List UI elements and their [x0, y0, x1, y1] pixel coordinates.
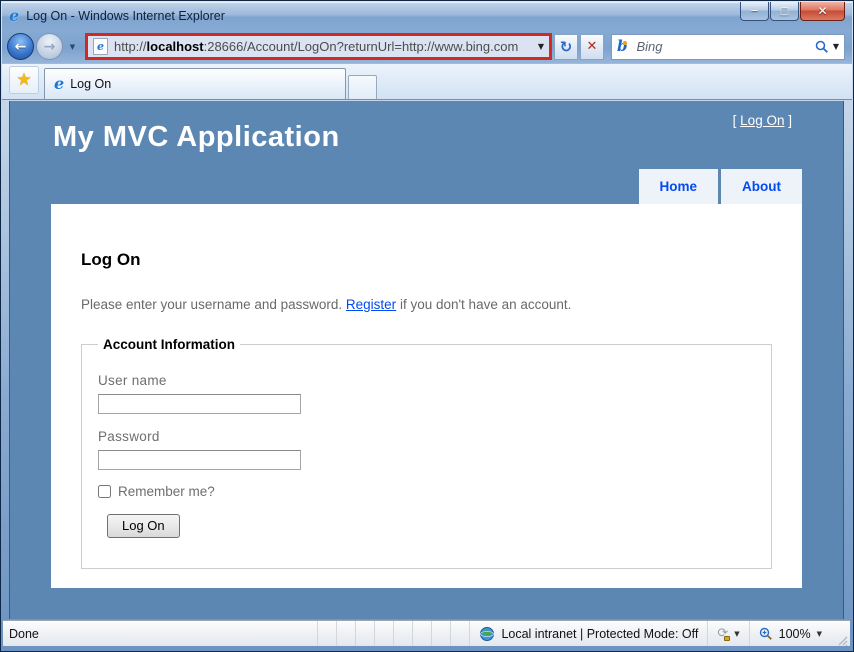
remember-me-label: Remember me? — [118, 484, 215, 499]
search-box[interactable]: b ▼ — [611, 34, 845, 60]
url-host: localhost — [147, 39, 204, 54]
menu-item-home[interactable]: Home — [639, 169, 719, 204]
page-container: My MVC Application [ Log On ] Home About… — [51, 101, 802, 588]
main-content: Log On Please enter your username and pa… — [51, 204, 802, 588]
log-on-button[interactable]: Log On — [107, 514, 180, 538]
username-field[interactable] — [98, 394, 301, 414]
favorites-star-icon: ★ — [16, 70, 31, 90]
maximize-button[interactable]: □ — [770, 2, 799, 21]
close-button[interactable]: ✕ — [800, 2, 845, 21]
status-segment — [450, 621, 469, 646]
bing-logo-icon: b — [617, 39, 628, 54]
tab-bar: ★ e Log On — [2, 63, 852, 100]
stop-button[interactable]: ✕ — [580, 34, 604, 60]
search-icon[interactable] — [815, 40, 829, 54]
zone-text: Local intranet | Protected Mode: Off — [501, 627, 698, 641]
bing-letter: b — [617, 37, 628, 55]
site-header: My MVC Application [ Log On ] Home About — [51, 101, 802, 204]
login-bracket-open: [ — [733, 113, 737, 128]
intro-before: Please enter your username and password. — [81, 297, 346, 312]
zoom-control[interactable]: 100% ▼ — [749, 621, 831, 646]
ie-logo-icon: e — [9, 8, 19, 24]
tab-label: Log On — [70, 77, 111, 91]
search-dropdown-icon[interactable]: ▼ — [833, 42, 839, 51]
forward-button[interactable]: → — [36, 33, 63, 60]
zoom-level: 100% — [779, 627, 811, 641]
new-tab-button[interactable] — [348, 75, 377, 99]
title-bar: e Log On - Windows Internet Explorer ─ □… — [2, 2, 852, 30]
chevron-down-icon: ▼ — [70, 43, 75, 51]
refresh-icon: ↻ — [560, 38, 573, 56]
address-dropdown-icon[interactable]: ▼ — [538, 42, 544, 51]
log-on-link[interactable]: Log On — [740, 113, 784, 128]
status-segments — [317, 621, 469, 646]
resize-grip[interactable] — [835, 633, 848, 646]
address-bar: ← → ▼ e http://localhost:28666/Account/L… — [2, 30, 852, 63]
tab-log-on[interactable]: e Log On — [44, 68, 346, 99]
intranet-globe-icon — [479, 626, 495, 642]
page-viewport: My MVC Application [ Log On ] Home About… — [9, 101, 844, 619]
refresh-button[interactable]: ↻ — [554, 34, 578, 60]
username-label: User name — [98, 373, 755, 388]
main-menu: Home About — [639, 169, 803, 204]
register-link[interactable]: Register — [346, 297, 396, 312]
maximize-icon: □ — [780, 6, 789, 17]
close-icon: ✕ — [817, 4, 827, 18]
minimize-button[interactable]: ─ — [740, 2, 769, 21]
status-segment — [317, 621, 336, 646]
status-segment — [431, 621, 450, 646]
account-information-fieldset: Account Information User name Password R… — [81, 337, 772, 569]
status-segment — [412, 621, 431, 646]
page-title: Log On — [81, 250, 772, 270]
login-bracket-close: ] — [788, 113, 792, 128]
password-label: Password — [98, 429, 755, 444]
site-title: My MVC Application — [51, 101, 802, 154]
recent-pages-dropdown[interactable]: ▼ — [65, 43, 80, 51]
search-input[interactable] — [635, 38, 815, 55]
window-title: Log On - Windows Internet Explorer — [26, 9, 225, 23]
minimize-icon: ─ — [751, 6, 757, 17]
intro-after: if you don't have an account. — [396, 297, 571, 312]
status-segment — [336, 621, 355, 646]
safety-icon: ⟳ — [717, 626, 728, 641]
lock-icon — [724, 636, 730, 641]
status-bar: Done Local intranet | Protected Mode: Of… — [3, 620, 850, 646]
url-scheme: http:// — [114, 39, 147, 54]
stop-icon: ✕ — [587, 39, 598, 54]
page-icon: e — [93, 38, 108, 55]
zoom-icon — [759, 627, 773, 641]
password-field[interactable] — [98, 450, 301, 470]
url-text: http://localhost:28666/Account/LogOn?ret… — [114, 39, 518, 54]
security-zone: Local intranet | Protected Mode: Off — [469, 621, 707, 646]
back-icon: ← — [15, 39, 27, 55]
tab-favicon: e — [54, 76, 64, 92]
fieldset-legend: Account Information — [98, 337, 240, 352]
address-input[interactable]: e http://localhost:28666/Account/LogOn?r… — [85, 33, 552, 60]
browser-window: e Log On - Windows Internet Explorer ─ □… — [0, 0, 854, 652]
remember-me-checkbox[interactable] — [98, 485, 111, 498]
bing-logo-dot — [623, 41, 627, 45]
forward-icon: → — [44, 39, 56, 55]
window-controls: ─ □ ✕ — [739, 2, 845, 21]
safety-report-control[interactable]: ⟳ ▼ — [707, 621, 748, 646]
status-segment — [355, 621, 374, 646]
menu-item-about[interactable]: About — [721, 169, 802, 204]
back-button[interactable]: ← — [7, 33, 34, 60]
login-display: [ Log On ] — [733, 113, 792, 128]
url-path: :28666/Account/LogOn?returnUrl=http://ww… — [204, 39, 519, 54]
status-text: Done — [9, 627, 317, 641]
status-segment — [374, 621, 393, 646]
zoom-dropdown-icon: ▼ — [817, 630, 822, 638]
ie-page-icon: e — [97, 41, 104, 52]
favorites-button[interactable]: ★ — [9, 66, 39, 94]
safety-dropdown-icon: ▼ — [734, 630, 739, 638]
remember-me-row: Remember me? — [98, 484, 755, 499]
intro-text: Please enter your username and password.… — [81, 297, 772, 312]
status-segment — [393, 621, 412, 646]
